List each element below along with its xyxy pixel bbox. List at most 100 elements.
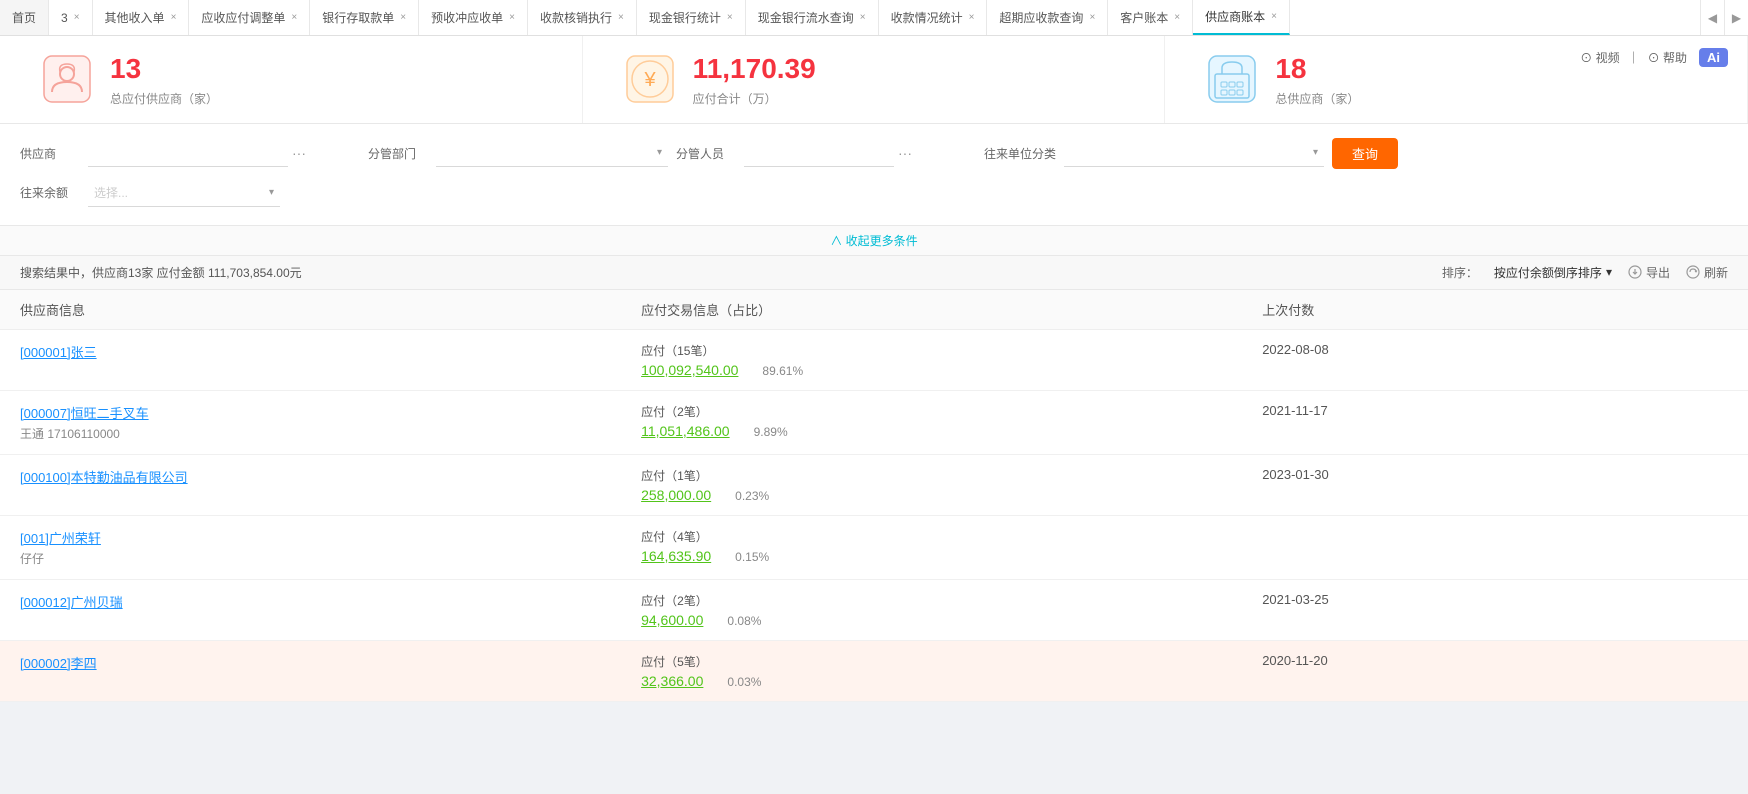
supplier-sub-1: 王通 17106110000 (20, 425, 641, 442)
nav-tab-bank-deposit[interactable]: 银行存取款单 × (310, 0, 419, 35)
filter-category-select[interactable]: ▾ (1064, 139, 1324, 167)
nav-tab-cashflow-close[interactable]: × (860, 12, 866, 23)
nav-next-arrow[interactable]: ▶ (1724, 0, 1748, 36)
supplier-dots-icon[interactable]: ··· (292, 145, 306, 161)
filter-dept-select[interactable]: ▾ (436, 139, 668, 167)
supplier-link-4[interactable]: [000012]广州贝瑞 (20, 592, 641, 611)
amount-1[interactable]: 11,051,486.00 (641, 423, 730, 439)
ai-button[interactable]: Ai (1699, 48, 1728, 67)
supplier-info-4: [000012]广州贝瑞 (20, 592, 641, 611)
nav-tab-cashstat-close[interactable]: × (727, 12, 733, 23)
nav-tab-overdue-close[interactable]: × (1089, 12, 1095, 23)
nav-tab-supplier-ledger-label: 供应商账本 (1205, 8, 1265, 25)
nav-tab-overdue-label: 超期应收款查询 (999, 9, 1083, 26)
filter-supplier-input[interactable] (88, 139, 288, 167)
nav-tab-3[interactable]: 3 × (49, 0, 93, 35)
stat-total-suppliers-label: 总供应商（家） (1275, 90, 1359, 107)
transaction-amount-row-3: 164,635.90 0.15% (641, 548, 1262, 564)
percentage-2: 0.23% (735, 489, 769, 503)
amount-5[interactable]: 32,366.00 (641, 673, 703, 689)
stat-total-suppliers-number: 18 (1275, 52, 1359, 86)
nav-tab-overdue[interactable]: 超期应收款查询 × (987, 0, 1108, 35)
supplier-link-2[interactable]: [000100]本特勤油品有限公司 (20, 467, 641, 486)
supplier-link-3[interactable]: [001]广州荣轩 (20, 528, 641, 547)
transaction-detail-2: 应付（1笔） 258,000.00 0.23% (641, 467, 1262, 503)
nav-tab-cashstat-label: 现金银行统计 (649, 9, 721, 26)
header-transaction: 应付交易信息（占比） (641, 300, 1262, 319)
filter-row-2: 往来余额 选择... ▾ (20, 179, 1728, 207)
nav-tab-collectionstat[interactable]: 收款情况统计 × (879, 0, 988, 35)
sort-select[interactable]: 按应付余额倒序排序 ▾ (1494, 264, 1612, 281)
table-row[interactable]: [000007]恒旺二手叉车 王通 17106110000 应付（2笔） 11,… (0, 391, 1748, 455)
transaction-amount-row-5: 32,366.00 0.03% (641, 673, 1262, 689)
nav-tab-3-close[interactable]: × (74, 12, 80, 23)
table-header: 供应商信息 应付交易信息（占比） 上次付数 (0, 290, 1748, 330)
transaction-type-0: 应付（15笔） (641, 342, 1262, 359)
nav-tab-collection[interactable]: 收款核销执行 × (528, 0, 637, 35)
export-button[interactable]: 导出 (1628, 264, 1670, 281)
refresh-button[interactable]: 刷新 (1686, 264, 1728, 281)
transaction-info-1: 应付（2笔） 11,051,486.00 9.89% (641, 403, 1262, 439)
stat-total-payable-content: 11,170.39 应付合计（万） (693, 52, 816, 107)
supplier-link-5[interactable]: [000002]李四 (20, 653, 641, 672)
nav-tab-supplier-ledger-close[interactable]: × (1271, 11, 1277, 22)
amount-4[interactable]: 94,600.00 (641, 612, 703, 628)
top-right-links: ⊙ 视频 ｜ ⊙ 帮助 Ai (1580, 48, 1728, 67)
nav-tab-collectionstat-close[interactable]: × (969, 12, 975, 23)
nav-tab-income[interactable]: 其他收入单 × (93, 0, 190, 35)
table-row[interactable]: [000100]本特勤油品有限公司 应付（1笔） 258,000.00 0.23… (0, 455, 1748, 516)
filter-person-input[interactable] (744, 139, 894, 167)
table-row[interactable]: [000001]张三 应付（15笔） 100,092,540.00 89.61%… (0, 330, 1748, 391)
transaction-info-5: 应付（5笔） 32,366.00 0.03% (641, 653, 1262, 689)
filter-person-label: 分管人员 (676, 145, 736, 162)
balance-chevron-icon: ▾ (269, 187, 274, 198)
nav-tab-bank-deposit-close[interactable]: × (400, 12, 406, 23)
nav-tab-income-close[interactable]: × (171, 12, 177, 23)
table-row[interactable]: [000012]广州贝瑞 应付（2笔） 94,600.00 0.08% 2021… (0, 580, 1748, 641)
supplier-info-0: [000001]张三 (20, 342, 641, 361)
nav-tab-prepay-close[interactable]: × (509, 12, 515, 23)
nav-tab-adjust[interactable]: 应收应付调整单 × (189, 0, 310, 35)
percentage-3: 0.15% (735, 550, 769, 564)
amount-2[interactable]: 258,000.00 (641, 487, 711, 503)
amount-0[interactable]: 100,092,540.00 (641, 362, 738, 378)
sort-label: 排序： (1442, 264, 1478, 281)
lastpay-0: 2022-08-08 (1262, 342, 1728, 357)
transaction-type-3: 应付（4笔） (641, 528, 1262, 545)
nav-tab-collection-close[interactable]: × (618, 12, 624, 23)
transaction-detail-3: 应付（4笔） 164,635.90 0.15% (641, 528, 1262, 564)
transaction-type-1: 应付（2笔） (641, 403, 1262, 420)
nav-tab-cashstat[interactable]: 现金银行统计 × (637, 0, 746, 35)
video-link[interactable]: ⊙ 视频 (1580, 49, 1619, 66)
nav-tab-cashflow[interactable]: 现金银行流水查询 × (746, 0, 879, 35)
nav-tab-prepay[interactable]: 预收冲应收单 × (419, 0, 528, 35)
lastpay-date-2: 2023-01-30 (1262, 467, 1329, 482)
help-link[interactable]: ⊙ 帮助 (1648, 49, 1687, 66)
query-button[interactable]: 查询 (1332, 138, 1398, 169)
nav-arrows-container: ◀ ▶ (1700, 0, 1748, 36)
supplier-link-0[interactable]: [000001]张三 (20, 342, 641, 361)
nav-tab-customer-ledger[interactable]: 客户账本 × (1108, 0, 1193, 35)
transaction-info-3: 应付（4笔） 164,635.90 0.15% (641, 528, 1262, 564)
filter-balance-group: 往来余额 选择... ▾ (20, 179, 280, 207)
sort-value: 按应付余额倒序排序 (1494, 264, 1602, 281)
nav-tab-cashflow-label: 现金银行流水查询 (758, 9, 854, 26)
supplier-link-1[interactable]: [000007]恒旺二手叉车 (20, 403, 641, 422)
table-row[interactable]: [001]广州荣轩 仔仔 应付（4笔） 164,635.90 0.15% (0, 516, 1748, 580)
percentage-4: 0.08% (727, 614, 761, 628)
nav-tab-supplier-ledger[interactable]: 供应商账本 × (1193, 0, 1290, 35)
nav-tab-adjust-close[interactable]: × (291, 12, 297, 23)
nav-tab-income-label: 其他收入单 (105, 9, 165, 26)
person-dots-icon[interactable]: ··· (898, 145, 912, 161)
stat-total-payable-label: 应付合计（万） (693, 90, 816, 107)
filter-balance-select[interactable]: 选择... ▾ (88, 179, 280, 207)
nav-tab-customer-ledger-close[interactable]: × (1174, 12, 1180, 23)
collapse-bar[interactable]: ∧ 收起更多条件 (0, 226, 1748, 256)
filter-dept-group: 分管部门 ▾ (368, 139, 668, 167)
filter-supplier-group: 供应商 ··· (20, 139, 360, 167)
amount-3[interactable]: 164,635.90 (641, 548, 711, 564)
result-actions: 排序： 按应付余额倒序排序 ▾ 导出 刷新 (1442, 264, 1728, 281)
nav-prev-arrow[interactable]: ◀ (1700, 0, 1724, 36)
table-row-highlighted[interactable]: [000002]李四 应付（5笔） 32,366.00 0.03% 2020-1… (0, 641, 1748, 702)
nav-tab-home[interactable]: 首页 (0, 0, 49, 35)
